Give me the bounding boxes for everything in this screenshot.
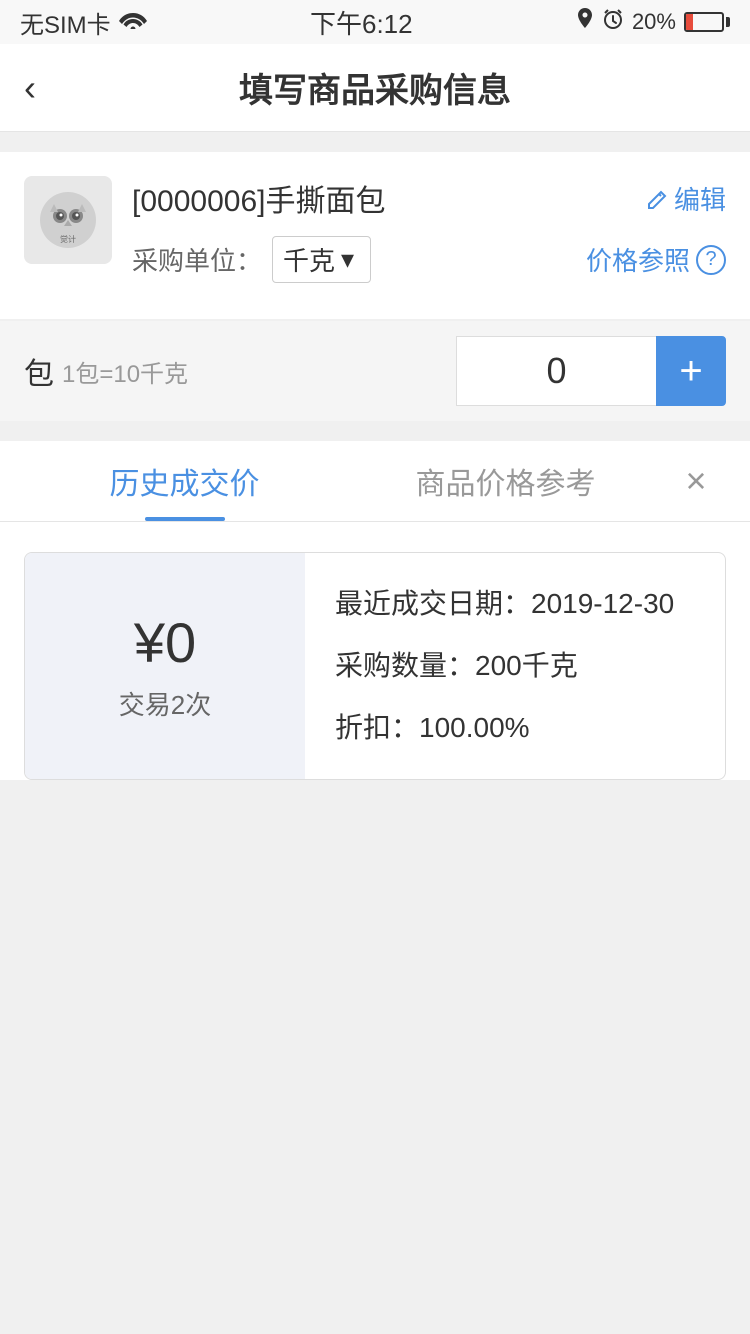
tab-history-price[interactable]: 历史成交价 [24,441,345,521]
edit-button[interactable]: 编辑 [646,180,726,217]
back-button[interactable]: ‹ [24,67,36,109]
carrier-text: 无SIM卡 [20,5,111,40]
product-logo: 觉计 [24,176,112,264]
tab-history-label: 历史成交价 [110,459,260,503]
edit-label: 编辑 [674,180,726,217]
price-trades: 交易2次 [119,685,211,722]
unit-left: 采购单位： 千克 ▾ [132,236,371,283]
battery-icon [684,12,730,32]
price-ref-label: 价格参照 [586,241,690,278]
price-card-right: 最近成交日期：2019-12-30 采购数量：200千克 折扣：100.00% [305,553,725,779]
status-left: 无SIM卡 [20,5,147,40]
tab-product-label: 商品价格参考 [416,459,596,503]
nav-bar: ‹ 填写商品采购信息 [0,44,750,132]
product-name: [0000006]手撕面包 [132,176,385,220]
product-info: [0000006]手撕面包 编辑 采购单位： 千克 ▾ 价格参照 [132,176,726,283]
alarm-icon [602,8,624,36]
quantity-conversion: 1包=10千克 [62,354,188,389]
product-header: 觉计 [0000006]手撕面包 编辑 采购单位： 千克 ▾ [24,176,726,283]
price-card: ¥0 交易2次 最近成交日期：2019-12-30 采购数量：200千克 折扣：… [24,552,726,780]
plus-icon: + [679,349,702,394]
price-amount: ¥0 [134,610,196,675]
price-date: 最近成交日期：2019-12-30 [335,583,695,625]
close-icon: × [685,460,706,502]
unit-label: 采购单位： [132,241,262,278]
quantity-row: 包 1包=10千克 + [0,321,750,421]
quantity-unit: 包 [24,349,54,393]
quantity-input[interactable] [456,336,656,406]
location-icon [576,8,594,36]
wifi-icon [119,8,147,36]
price-symbol: ¥ [134,611,165,674]
status-right: 20% [576,8,730,36]
tab-active-indicator [145,517,225,521]
tabs-section: 历史成交价 商品价格参考 × ¥0 交易2次 最近成交日期：2019-12-30… [0,441,750,780]
unit-select[interactable]: 千克 ▾ [272,236,371,283]
product-title-row: [0000006]手撕面包 编辑 [132,176,726,220]
price-ref-button[interactable]: 价格参照 ? [586,241,726,278]
tab-product-price[interactable]: 商品价格参考 [345,441,666,521]
product-card: 觉计 [0000006]手撕面包 编辑 采购单位： 千克 ▾ [0,152,750,319]
svg-text:觉计: 觉计 [60,234,76,244]
quantity-plus-button[interactable]: + [656,336,726,406]
status-bar: 无SIM卡 下午6:12 20% [0,0,750,44]
price-card-left: ¥0 交易2次 [25,553,305,779]
tabs-header: 历史成交价 商品价格参考 × [0,441,750,522]
status-time: 下午6:12 [310,4,413,41]
quantity-label: 包 1包=10千克 [24,349,456,393]
price-discount: 折扣：100.00% [335,707,695,749]
dropdown-arrow-icon: ▾ [341,244,354,275]
help-icon: ? [696,245,726,275]
price-quantity: 采购数量：200千克 [335,645,695,687]
bottom-area [0,810,750,1310]
unit-row: 采购单位： 千克 ▾ 价格参照 ? [132,236,726,283]
quantity-input-group: + [456,336,726,406]
battery-percent: 20% [632,9,676,35]
page-title: 填写商品采购信息 [239,63,511,112]
unit-value: 千克 [283,241,335,278]
quantity-section: 包 1包=10千克 + [0,321,750,421]
price-value: 0 [165,611,196,674]
tab-close-button[interactable]: × [666,441,726,521]
